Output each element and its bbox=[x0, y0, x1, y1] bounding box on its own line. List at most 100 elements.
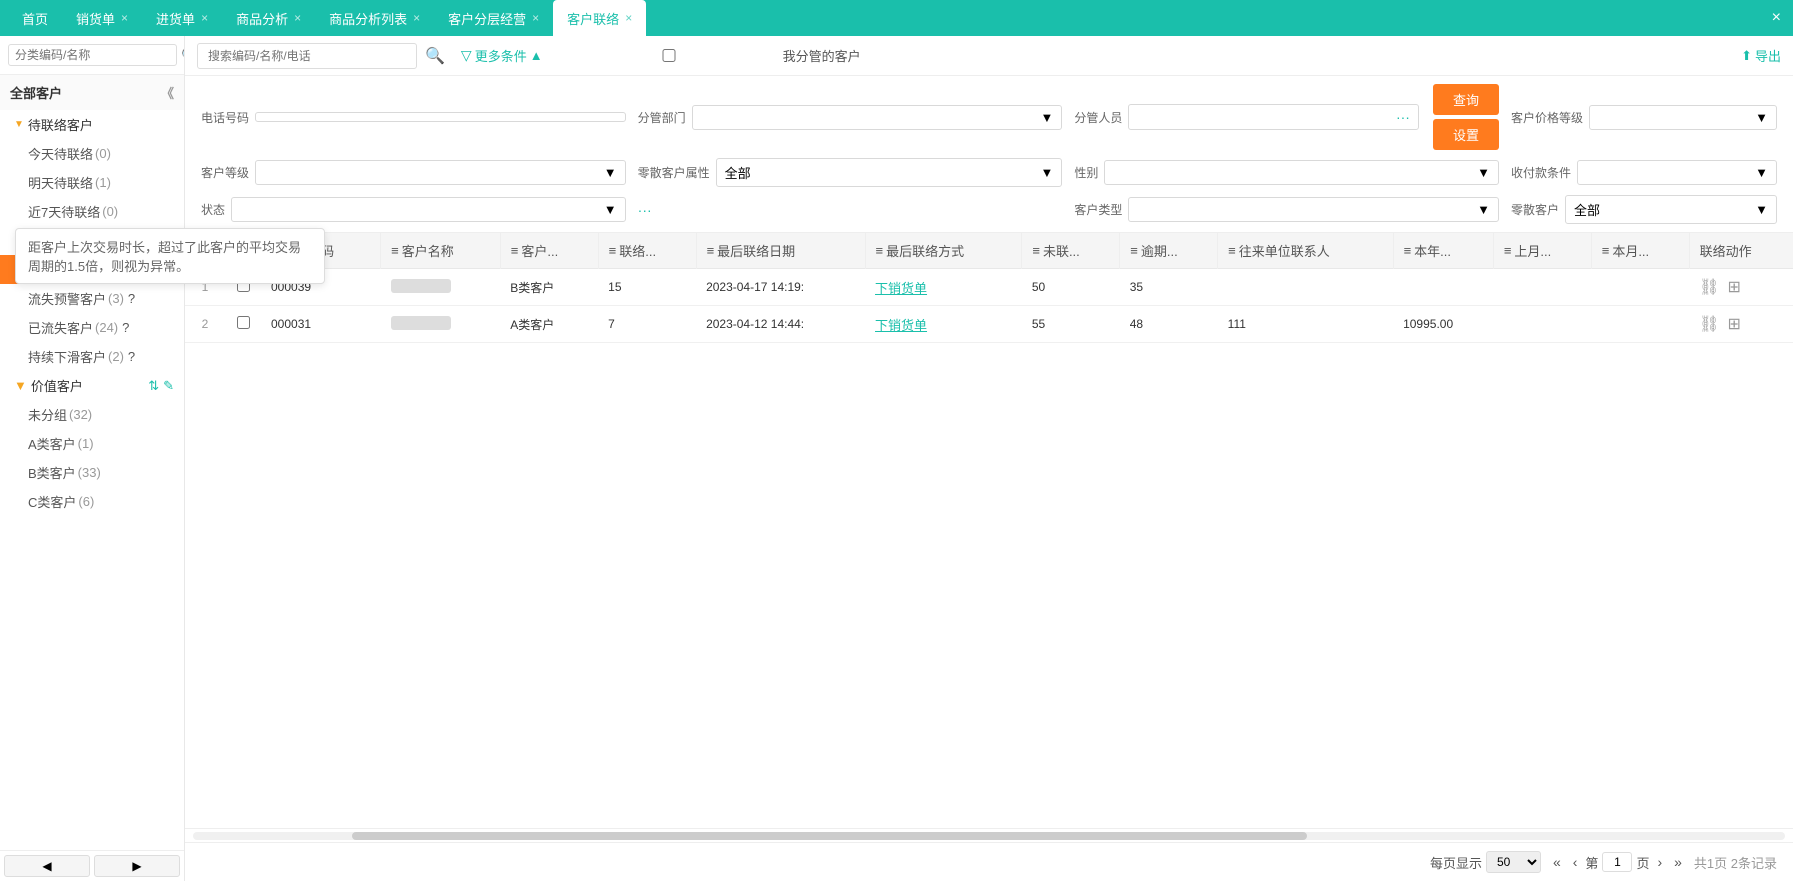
row1-last-method-link[interactable]: 下销货单 bbox=[875, 281, 927, 296]
action-buttons: 查询 设置 bbox=[1433, 84, 1499, 150]
sidebar-item-tomorrow[interactable]: 明天待联络 (1) bbox=[0, 168, 184, 197]
per-page-wrap: 每页显示 50 100 200 bbox=[1430, 851, 1541, 873]
lost-pre-info-icon[interactable]: ? bbox=[128, 291, 135, 306]
sidebar-group-pending[interactable]: ▼ 待联络客户 bbox=[0, 110, 184, 139]
b-count: (33) bbox=[78, 465, 101, 480]
nav-product-analysis-close[interactable]: × bbox=[294, 11, 301, 25]
col-year-sort[interactable]: ≡ bbox=[1404, 243, 1412, 258]
page-input[interactable] bbox=[1602, 852, 1632, 872]
col-contact-person-label: 往来单位联系人 bbox=[1239, 241, 1330, 260]
col-contact-person-sort[interactable]: ≡ bbox=[1228, 243, 1236, 258]
nav-customer-segment[interactable]: 客户分层经营 × bbox=[434, 0, 553, 36]
phone-input[interactable] bbox=[255, 112, 626, 122]
last-page-btn[interactable]: » bbox=[1670, 852, 1686, 872]
value-customer-edit-icon[interactable]: ✎ bbox=[163, 378, 174, 394]
prev-page-btn[interactable]: ‹ bbox=[1569, 852, 1582, 872]
nav-product-list[interactable]: 商品分析列表 × bbox=[315, 0, 434, 36]
row2-grid-icon[interactable]: ⊞ bbox=[1727, 314, 1740, 334]
sidebar-bottom-left[interactable]: ◀ bbox=[4, 855, 90, 877]
row1-grid-icon[interactable]: ⊞ bbox=[1727, 277, 1740, 297]
settings-button[interactable]: 设置 bbox=[1433, 119, 1499, 150]
nav-product-analysis[interactable]: 商品分析 × bbox=[222, 0, 315, 36]
sidebar-item-b-class[interactable]: B类客户 (33) bbox=[0, 458, 184, 487]
pagination: 每页显示 50 100 200 « ‹ 第 页 › » 共1页 2条记录 bbox=[185, 842, 1793, 881]
filter-more-icon[interactable]: ··· bbox=[638, 202, 652, 218]
row2-link-icon[interactable]: ⛓ bbox=[1699, 314, 1719, 334]
scrollbar-track[interactable] bbox=[193, 832, 1785, 840]
sidebar-item-today[interactable]: 今天待联络 (0) bbox=[0, 139, 184, 168]
scrollbar-thumb[interactable] bbox=[352, 832, 1307, 840]
sidebar-item-unsorted[interactable]: 未分组 (32) bbox=[0, 400, 184, 429]
manager-label: 分管人员 bbox=[1074, 109, 1122, 126]
nav-home[interactable]: 首页 bbox=[8, 0, 62, 36]
price-grade-select[interactable]: ▼ bbox=[1589, 105, 1777, 130]
customer-type-select[interactable]: ▼ bbox=[1128, 197, 1499, 222]
next-page-btn[interactable]: › bbox=[1653, 852, 1666, 872]
row2-last-method-link[interactable]: 下销货单 bbox=[875, 318, 927, 333]
nav-customer-contact-close[interactable]: × bbox=[625, 11, 632, 25]
row2-check[interactable] bbox=[225, 306, 261, 343]
col-class-sort[interactable]: ≡ bbox=[511, 243, 519, 258]
sidebar-search-input[interactable] bbox=[8, 44, 177, 66]
retail-customer-select[interactable]: 全部▼ bbox=[1565, 195, 1777, 224]
nav-product-list-close[interactable]: × bbox=[413, 11, 420, 25]
per-page-select[interactable]: 50 100 200 bbox=[1486, 851, 1541, 873]
nav-purchase-close[interactable]: × bbox=[201, 11, 208, 25]
my-customers-checkbox[interactable] bbox=[559, 49, 779, 62]
more-conditions-btn[interactable]: ▽ 更多条件 ▲ bbox=[453, 42, 551, 69]
row2-last-method[interactable]: 下销货单 bbox=[865, 306, 1022, 343]
payment-label: 收付款条件 bbox=[1511, 164, 1571, 181]
col-name-sort[interactable]: ≡ bbox=[391, 243, 399, 258]
col-contact-sort[interactable]: ≡ bbox=[609, 243, 617, 258]
col-last-date-sort[interactable]: ≡ bbox=[707, 243, 715, 258]
row1-action-icons: ⛓ ⊞ bbox=[1699, 277, 1783, 297]
sidebar-item-a-class[interactable]: A类客户 (1) bbox=[0, 429, 184, 458]
nav-customer-contact[interactable]: 客户联络 × bbox=[553, 0, 646, 36]
col-last-month-sort[interactable]: ≡ bbox=[1504, 243, 1512, 258]
nav-sales[interactable]: 销货单 × bbox=[62, 0, 142, 36]
col-overdue-sort[interactable]: ≡ bbox=[1130, 243, 1138, 258]
export-button[interactable]: ⬆ 导出 bbox=[1741, 46, 1781, 65]
sidebar-item-c-class[interactable]: C类客户 (6) bbox=[0, 487, 184, 516]
col-unlisted-header: ≡ 未联... bbox=[1022, 233, 1120, 269]
sidebar-all-customers-header: 全部客户 《 bbox=[0, 75, 184, 110]
col-name-label: 客户名称 bbox=[402, 241, 454, 260]
search-button-icon[interactable]: 🔍 bbox=[425, 46, 445, 66]
payment-select[interactable]: ▼ bbox=[1577, 160, 1777, 185]
sidebar-collapse-icon[interactable]: 《 bbox=[161, 83, 174, 102]
row1-link-icon[interactable]: ⛓ bbox=[1699, 277, 1719, 297]
sidebar-bottom-right[interactable]: ▶ bbox=[94, 855, 180, 877]
row1-year-amount bbox=[1393, 269, 1493, 306]
continuous-down-count: (2) bbox=[108, 349, 124, 364]
manager-select[interactable]: ··· bbox=[1128, 104, 1419, 130]
window-close-icon[interactable]: × bbox=[1772, 9, 1781, 27]
sidebar-item-continuous-down[interactable]: 持续下滑客户 (2) ? bbox=[0, 342, 184, 371]
col-this-month-sort[interactable]: ≡ bbox=[1602, 243, 1610, 258]
already-lost-info-icon[interactable]: ? bbox=[122, 320, 129, 335]
horizontal-scrollbar[interactable] bbox=[185, 828, 1793, 842]
nav-purchase[interactable]: 进货单 × bbox=[142, 0, 222, 36]
row1-class: B类客户 bbox=[500, 269, 598, 306]
manager-ellipsis[interactable]: ··· bbox=[1396, 109, 1410, 125]
retail-attr-label: 零散客户属性 bbox=[638, 164, 710, 181]
nav-sales-close[interactable]: × bbox=[121, 11, 128, 25]
value-customer-sort-icon[interactable]: ⇅ bbox=[148, 378, 159, 394]
customer-grade-select[interactable]: ▼ bbox=[255, 160, 626, 185]
sidebar-group-value[interactable]: ▼ 价值客户 ⇅ ✎ bbox=[0, 371, 184, 400]
row2-checkbox[interactable] bbox=[237, 316, 250, 329]
status-select[interactable]: ▼ bbox=[231, 197, 626, 222]
first-page-btn[interactable]: « bbox=[1549, 852, 1565, 872]
sidebar-item-7days[interactable]: 近7天待联络 (0) bbox=[0, 197, 184, 226]
sidebar-item-lost-pre[interactable]: 流失预警客户 (3) ? bbox=[0, 284, 184, 313]
dept-select[interactable]: ▼ bbox=[692, 105, 1063, 130]
col-last-method-sort[interactable]: ≡ bbox=[876, 243, 884, 258]
row1-last-method[interactable]: 下销货单 bbox=[865, 269, 1022, 306]
search-input[interactable] bbox=[197, 43, 417, 69]
query-button[interactable]: 查询 bbox=[1433, 84, 1499, 115]
retail-attr-select[interactable]: 全部▼ bbox=[716, 158, 1063, 187]
continuous-down-info-icon[interactable]: ? bbox=[128, 349, 135, 364]
sidebar-item-already-lost[interactable]: 已流失客户 (24) ? bbox=[0, 313, 184, 342]
gender-select[interactable]: ▼ bbox=[1104, 160, 1499, 185]
col-unlisted-sort[interactable]: ≡ bbox=[1032, 243, 1040, 258]
nav-customer-segment-close[interactable]: × bbox=[532, 11, 539, 25]
